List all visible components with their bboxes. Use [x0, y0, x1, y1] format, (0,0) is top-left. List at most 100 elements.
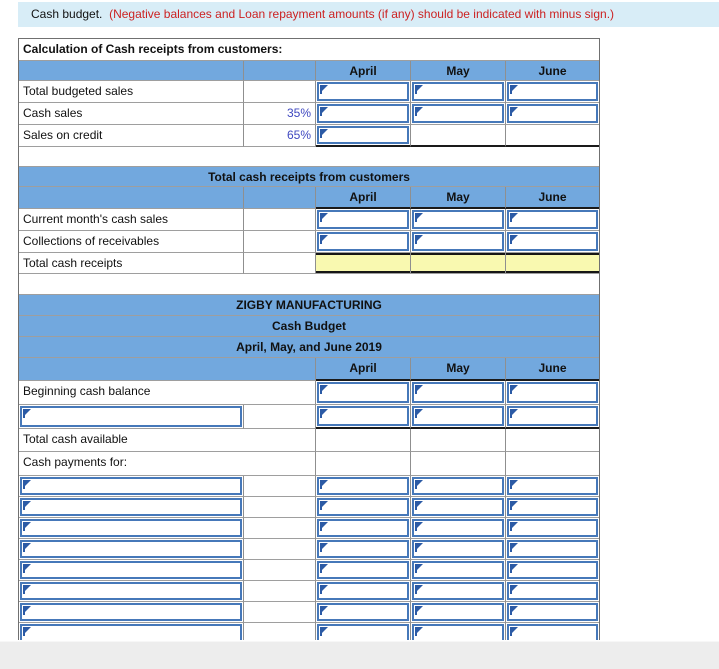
amount-input[interactable]: [507, 382, 598, 403]
amount-input[interactable]: [412, 210, 504, 229]
month-header-may: May: [411, 358, 506, 381]
table-row-sales-on-credit: Sales on credit 65%: [19, 125, 599, 147]
payment-label-input[interactable]: [20, 561, 242, 579]
payment-amount-input[interactable]: [507, 519, 598, 537]
calculated-total-cell: [506, 253, 599, 273]
spacer-row: [19, 274, 599, 295]
amount-input[interactable]: [507, 82, 598, 101]
payment-label-input[interactable]: [20, 498, 242, 516]
table-row-total-cash-available: Total cash available: [19, 429, 599, 452]
payment-label-input[interactable]: [20, 582, 242, 600]
flag-icon: [510, 409, 518, 418]
percent-value: 65%: [244, 125, 316, 147]
payment-label-input[interactable]: [20, 603, 242, 621]
amount-input[interactable]: [412, 82, 504, 101]
payment-label-input[interactable]: [20, 519, 242, 537]
empty-cell: [316, 429, 411, 452]
flag-icon: [510, 606, 518, 615]
flag-icon: [320, 107, 328, 116]
amount-input[interactable]: [412, 104, 504, 123]
payment-amount-input[interactable]: [317, 477, 409, 495]
flag-icon: [23, 501, 31, 510]
flag-icon: [320, 606, 328, 615]
amount-input[interactable]: [412, 232, 504, 251]
flag-icon: [415, 606, 423, 615]
payment-amount-input[interactable]: [317, 519, 409, 537]
instruction-banner: Cash budget. (Negative balances and Loan…: [18, 2, 719, 27]
empty-cell: [244, 560, 316, 581]
flag-icon: [320, 480, 328, 489]
row-label: Cash payments for:: [19, 452, 316, 476]
month-header-april: April: [316, 61, 411, 81]
amount-input[interactable]: [317, 82, 409, 101]
amount-input[interactable]: [317, 232, 409, 251]
table-row-total-cash-receipts: Total cash receipts: [19, 253, 599, 274]
flag-icon: [320, 501, 328, 510]
payment-amount-input[interactable]: [412, 540, 504, 558]
amount-input[interactable]: [412, 406, 504, 426]
payment-amount-input[interactable]: [507, 540, 598, 558]
flag-icon: [23, 480, 31, 489]
table-row-total-budgeted-sales: Total budgeted sales: [19, 81, 599, 103]
section2-month-header-row: April May June: [19, 187, 599, 209]
amount-input[interactable]: [317, 382, 409, 403]
amount-input[interactable]: [317, 406, 409, 426]
flag-icon: [415, 385, 423, 394]
payment-amount-input[interactable]: [507, 582, 598, 600]
banner-title: Cash budget.: [31, 7, 103, 21]
amount-input[interactable]: [507, 232, 598, 251]
payment-label-input[interactable]: [20, 477, 242, 495]
payment-amount-input[interactable]: [317, 498, 409, 516]
flag-icon: [415, 480, 423, 489]
month-header-april: April: [316, 358, 411, 381]
amount-input[interactable]: [507, 104, 598, 123]
flag-icon: [510, 107, 518, 116]
payment-amount-input[interactable]: [507, 624, 598, 640]
payment-label-input[interactable]: [20, 540, 242, 558]
payment-amount-input[interactable]: [507, 603, 598, 621]
spacer-row: [19, 147, 599, 167]
period-title: April, May, and June 2019: [19, 337, 599, 358]
table-row-cash-sales: Cash sales 35%: [19, 103, 599, 125]
month-header-june: June: [506, 187, 599, 209]
payment-label-input[interactable]: [20, 624, 242, 640]
payment-amount-input[interactable]: [317, 603, 409, 621]
payment-amount-input[interactable]: [412, 603, 504, 621]
payment-amount-input[interactable]: [317, 540, 409, 558]
row-label: Total budgeted sales: [19, 81, 244, 103]
payment-amount-input[interactable]: [412, 582, 504, 600]
percent-value: [244, 81, 316, 103]
table-row-beginning-cash-balance: Beginning cash balance: [19, 381, 599, 405]
flag-icon: [415, 213, 423, 222]
amount-input[interactable]: [317, 210, 409, 229]
row-label: Collections of receivables: [19, 231, 244, 253]
flag-icon: [510, 501, 518, 510]
payment-amount-input[interactable]: [412, 519, 504, 537]
label-input[interactable]: [20, 406, 242, 427]
payment-amount-input[interactable]: [317, 582, 409, 600]
flag-icon: [320, 522, 328, 531]
row-label: Beginning cash balance: [19, 381, 316, 405]
amount-input[interactable]: [412, 382, 504, 403]
payment-amount-input[interactable]: [317, 561, 409, 579]
spacer-cell: [19, 147, 599, 167]
flag-icon: [320, 213, 328, 222]
payment-amount-input[interactable]: [412, 498, 504, 516]
payment-amount-input[interactable]: [412, 477, 504, 495]
flag-icon: [510, 85, 518, 94]
amount-input[interactable]: [507, 210, 598, 229]
payment-amount-input[interactable]: [412, 561, 504, 579]
flag-icon: [510, 543, 518, 552]
flag-icon: [415, 235, 423, 244]
payment-amount-input[interactable]: [507, 477, 598, 495]
flag-icon: [510, 235, 518, 244]
bottom-band: [0, 641, 719, 669]
payment-amount-input[interactable]: [507, 498, 598, 516]
amount-input[interactable]: [507, 406, 598, 426]
statement-title: Cash Budget: [19, 316, 599, 337]
amount-input[interactable]: [317, 104, 409, 123]
payment-amount-input[interactable]: [507, 561, 598, 579]
payment-amount-input[interactable]: [317, 624, 409, 640]
payment-amount-input[interactable]: [412, 624, 504, 640]
amount-input[interactable]: [317, 126, 409, 144]
